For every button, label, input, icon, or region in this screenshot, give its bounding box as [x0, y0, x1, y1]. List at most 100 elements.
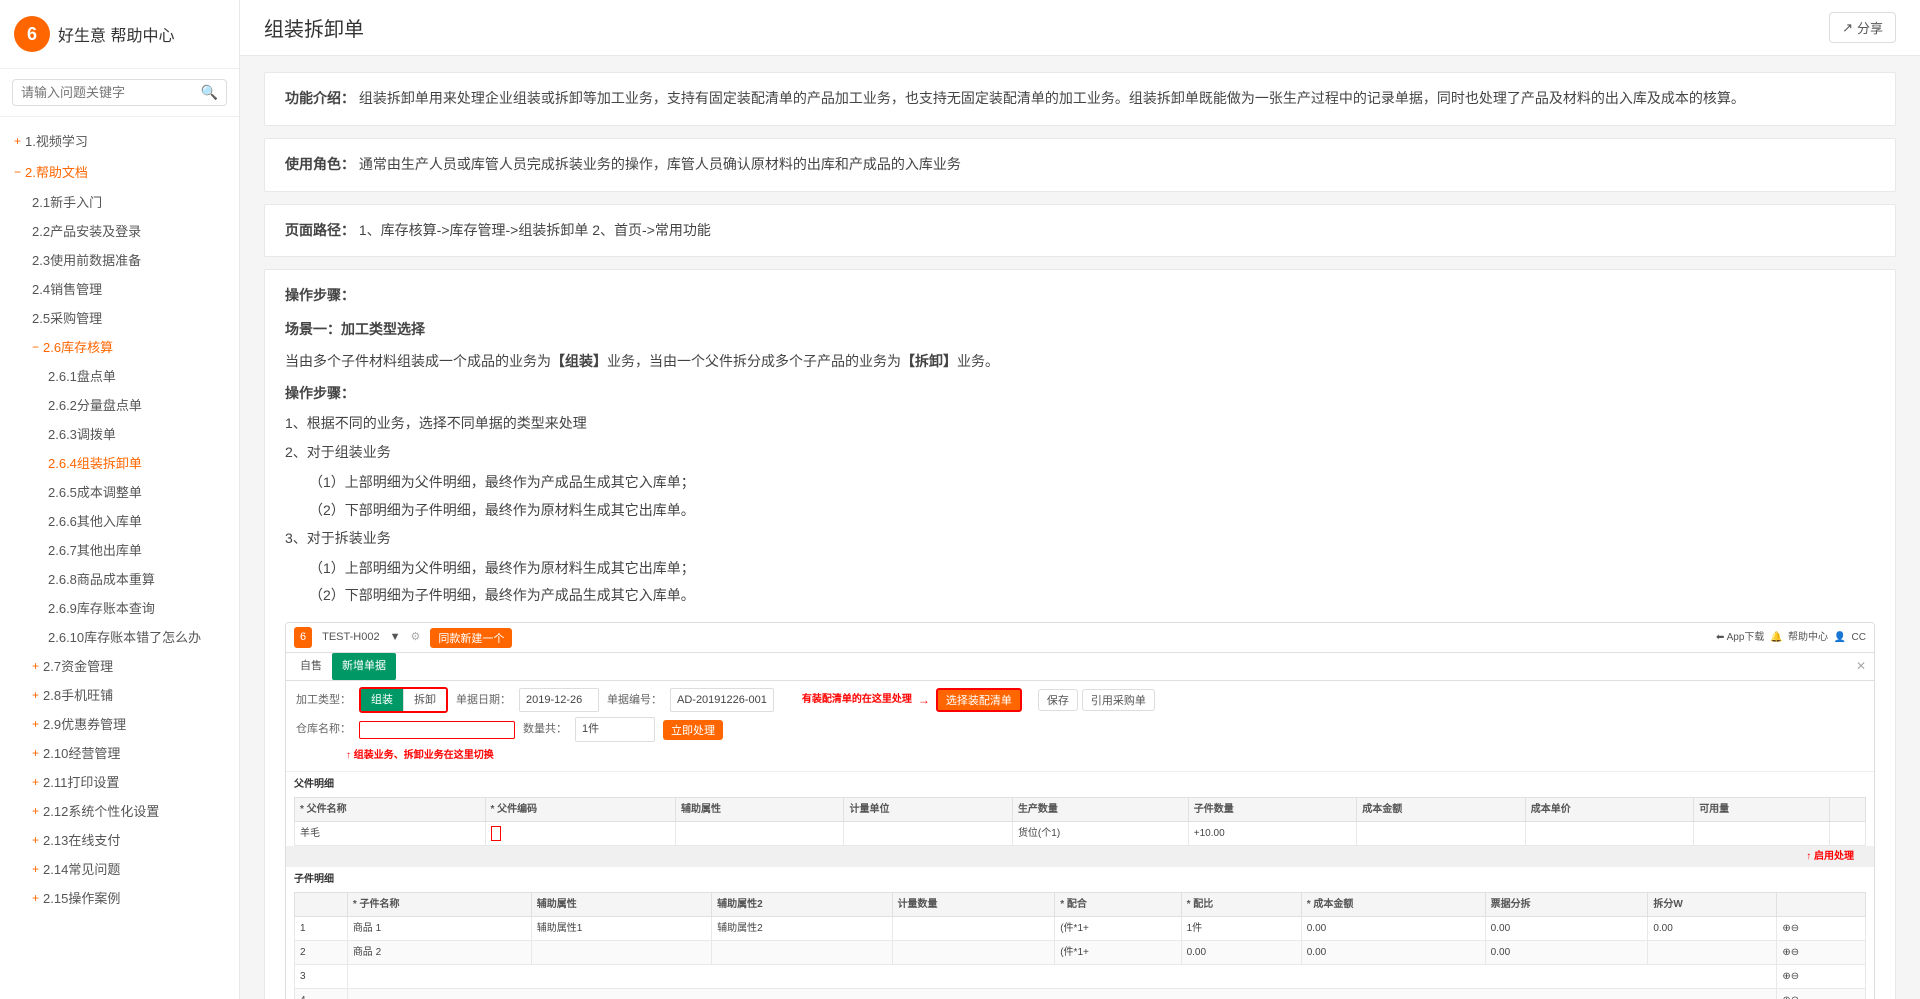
lrow1-icon: ⊕⊖: [1777, 916, 1866, 940]
upper-table: * 父件名称 * 父件编码 辅助属性 计量单位 生产数量 子件数量 成本金额 成…: [294, 797, 1866, 846]
app-close-icon[interactable]: ✕: [1856, 656, 1866, 676]
lrow4-no: 4: [295, 988, 348, 999]
app-nav-icons: ⬅ App下载 🔔 帮助中心 👤 CC: [1716, 629, 1866, 646]
lrow1-ratio: 1件: [1181, 916, 1301, 940]
app-tabs-row: 自售 新增单据 ✕: [286, 653, 1874, 681]
sidebar-item-212[interactable]: + 2.12系统个性化设置: [0, 796, 239, 825]
lrow2-split: 0.00: [1485, 940, 1648, 964]
col-aux-attr: 辅助属性: [676, 797, 844, 821]
lrow2-ratio: 0.00: [1181, 940, 1301, 964]
warehouse-input[interactable]: [359, 721, 515, 739]
anno-operate-text: ↑ 启用处理: [1806, 848, 1854, 865]
page-title: 组装拆卸单: [264, 13, 364, 42]
lrow1-cost: 0.00: [1301, 916, 1485, 940]
lrow1-aux1: 辅助属性1: [531, 916, 711, 940]
sidebar-item-24[interactable]: 2.4销售管理: [0, 274, 239, 303]
sidebar-item-269[interactable]: 2.6.9库存账本查询: [0, 593, 239, 622]
sidebar-item-23[interactable]: 2.3使用前数据准备: [0, 245, 239, 274]
parent-code-input[interactable]: [491, 826, 501, 841]
app-settings-icon: ⚙: [410, 628, 420, 647]
share-icon: ↗: [1842, 20, 1853, 36]
upper-table-area: 父件明细 * 父件名称 * 父件编码 辅助属性 计量单位 生产数量 子件数量: [286, 772, 1874, 846]
step3-sub2: （2）下部明细为子件明细，最终作为产成品生成其它入库单。: [309, 584, 1875, 608]
sidebar-item-211[interactable]: + 2.11打印设置: [0, 767, 239, 796]
type-selector: 组装 拆卸: [359, 687, 448, 714]
sidebar-item-2610[interactable]: 2.6.10库存账本错了怎么办: [0, 622, 239, 651]
col-sub-qty: 子件数量: [1188, 797, 1356, 821]
form-row-2: 仓库名称： 数量共： 1件 立即处理: [296, 717, 1864, 742]
keyword-disassembly: 【拆卸】: [901, 353, 957, 369]
sidebar-item-21[interactable]: 2.1新手入门: [0, 187, 239, 216]
search-icon[interactable]: 🔍: [201, 84, 218, 101]
select-assembly-btn[interactable]: 选择装配清单: [936, 688, 1022, 712]
sidebar-item-docs[interactable]: − 2.帮助文档: [0, 156, 239, 187]
app-add-btn[interactable]: 同款新建一个: [430, 628, 512, 648]
col-available: 可用量: [1694, 797, 1829, 821]
table-row: 4 ⊕⊖: [295, 988, 1866, 999]
row-action-cell: [1829, 821, 1865, 845]
sidebar-item-267[interactable]: 2.6.7其他出库单: [0, 535, 239, 564]
lcol-match: * 配合: [1055, 892, 1181, 916]
expand-icon-211: +: [32, 775, 39, 789]
sidebar-item-263[interactable]: 2.6.3调拨单: [0, 419, 239, 448]
table-row: 羊毛 货位(个1) +10.00: [295, 821, 1866, 845]
lrow4-icon: ⊕⊖: [1777, 988, 1866, 999]
lrow1-no: 1: [295, 916, 348, 940]
app-tab-new[interactable]: 新增单据: [332, 653, 396, 680]
lcol-aux2: 辅助属性2: [712, 892, 892, 916]
lrow1-w: 0.00: [1648, 916, 1777, 940]
sidebar-item-215[interactable]: + 2.15操作案例: [0, 883, 239, 912]
step3-sub1: （1）上部明细为父件明细，最终作为原材料生成其它出库单；: [309, 557, 1875, 581]
type-option-assembly[interactable]: 组装: [361, 689, 403, 712]
confirm-btn[interactable]: 立即处理: [663, 720, 723, 740]
steps-block: 操作步骤： 场景一：加工类型选择 当由多个子件材料组装成一个成品的业务为【组装】…: [264, 269, 1896, 999]
sidebar-item-28[interactable]: + 2.8手机旺铺: [0, 680, 239, 709]
sidebar-item-265[interactable]: 2.6.5成本调整单: [0, 477, 239, 506]
warehouse-label: 仓库名称：: [296, 720, 351, 739]
lcol-cost: * 成本金额: [1301, 892, 1485, 916]
sidebar-item-22[interactable]: 2.2产品安装及登录: [0, 216, 239, 245]
anno-type-area: ↑ 组装业务、拆卸业务在这里切换: [346, 746, 1864, 765]
sidebar-item-261[interactable]: 2.6.1盘点单: [0, 361, 239, 390]
upper-table-label: 父件明细: [294, 776, 1866, 793]
sidebar: 6 好生意 帮助中心 🔍 + 1.视频学习 − 2.帮助文档 2.1新手入门 2…: [0, 0, 240, 999]
col-cost-price: 成本单价: [1525, 797, 1693, 821]
app-tab-my[interactable]: 自售: [294, 653, 328, 680]
search-input[interactable]: [21, 85, 201, 100]
sidebar-item-video[interactable]: + 1.视频学习: [0, 125, 239, 156]
lcol-name: * 子件名称: [347, 892, 531, 916]
type-option-disassembly[interactable]: 拆卸: [403, 689, 446, 712]
lower-table-head: * 子件名称 辅助属性 辅助属性2 计量数量 * 配合 * 配比 * 成本金额 …: [295, 892, 1866, 916]
fake-app: 6 TEST-H002 ▼ ⚙ 同款新建一个 ⬅ App下载 🔔 帮助中心 👤 …: [286, 623, 1874, 999]
aux-attr-cell: [676, 821, 844, 845]
func-intro-label: 功能介绍：: [285, 90, 355, 106]
expand-icon-28: +: [32, 688, 39, 702]
share-button[interactable]: ↗ 分享: [1829, 12, 1896, 43]
scene1-desc: 当由多个子件材料组装成一个成品的业务为【组装】业务，当由一个父件拆分成多个子产品…: [285, 350, 1875, 374]
sidebar-item-27[interactable]: + 2.7资金管理: [0, 651, 239, 680]
lrow2-icon: ⊕⊖: [1777, 940, 1866, 964]
sidebar-item-25[interactable]: 2.5采购管理: [0, 303, 239, 332]
save-btn[interactable]: 保存: [1038, 689, 1078, 711]
ref-purchase-btn[interactable]: 引用采购单: [1082, 689, 1155, 711]
date-input[interactable]: 2019-12-26: [519, 688, 599, 713]
col-parent-code: * 父件编码: [485, 797, 676, 821]
col-unit: 计量单位: [844, 797, 1012, 821]
func-intro-block: 功能介绍： 组装拆卸单用来处理企业组装或拆卸等加工业务，支持有固定装配清单的产品…: [264, 72, 1896, 126]
sidebar-item-214[interactable]: + 2.14常见问题: [0, 854, 239, 883]
lcol-no: [295, 892, 348, 916]
lrow1-name: 商品 1: [347, 916, 531, 940]
sidebar-item-26[interactable]: − 2.6库存核算: [0, 332, 239, 361]
sidebar-item-262[interactable]: 2.6.2分量盘点单: [0, 390, 239, 419]
expand-icon-video: +: [14, 134, 21, 148]
sidebar-item-266[interactable]: 2.6.6其他入库单: [0, 506, 239, 535]
step1: 1、根据不同的业务，选择不同单据的类型来处理: [285, 412, 1875, 436]
sidebar-item-210[interactable]: + 2.10经营管理: [0, 738, 239, 767]
lcol-ratio: * 配比: [1181, 892, 1301, 916]
role-label: 使用角色：: [285, 156, 355, 172]
expand-icon-213: +: [32, 833, 39, 847]
sidebar-item-268[interactable]: 2.6.8商品成本重算: [0, 564, 239, 593]
sidebar-item-213[interactable]: + 2.13在线支付: [0, 825, 239, 854]
sidebar-item-264[interactable]: 2.6.4组装拆卸单: [0, 448, 239, 477]
sidebar-item-29[interactable]: + 2.9优惠券管理: [0, 709, 239, 738]
